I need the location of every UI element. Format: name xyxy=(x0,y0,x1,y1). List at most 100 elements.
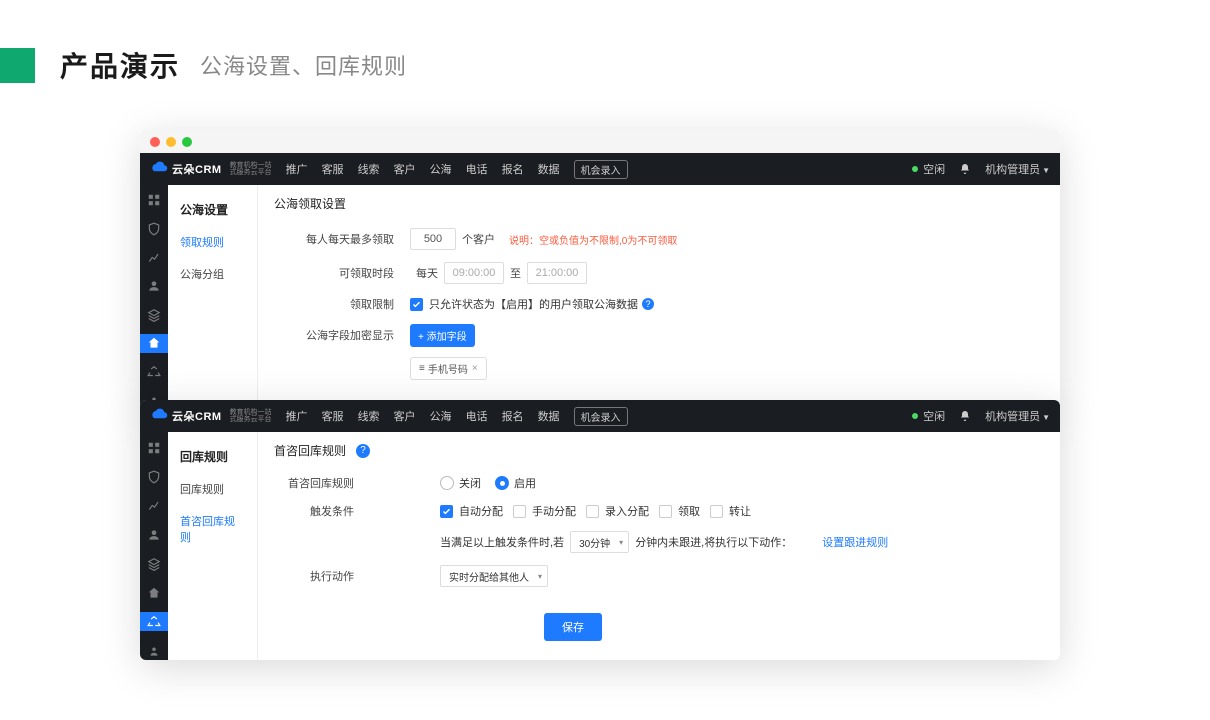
close-icon[interactable] xyxy=(150,137,160,147)
page-subtitle: 公海设置、回库规则 xyxy=(200,49,407,81)
daily-limit-input[interactable] xyxy=(410,228,456,250)
nav-customers[interactable]: 客户 xyxy=(394,161,416,177)
set-followup-link[interactable]: 设置跟进规则 xyxy=(822,534,888,550)
maximize-icon[interactable] xyxy=(182,137,192,147)
help-icon[interactable]: ? xyxy=(356,444,370,458)
add-field-button[interactable]: + 添加字段 xyxy=(410,324,475,347)
status-dot-icon xyxy=(912,413,918,419)
page-title: 产品演示 xyxy=(60,45,180,85)
save-button[interactable]: 保存 xyxy=(544,613,602,641)
home-icon[interactable] xyxy=(147,336,161,350)
daily-limit-note: 说明：空或负值为不限制,0为不可领取 xyxy=(509,232,677,247)
brand-name: 云朵CRM xyxy=(172,161,222,177)
cb-transfer[interactable] xyxy=(710,505,723,518)
sidemenu-title: 回库规则 xyxy=(168,440,257,473)
status-indicator: 空闲 xyxy=(912,161,945,177)
status-indicator: 空闲 xyxy=(912,408,945,424)
shield-icon[interactable] xyxy=(147,470,161,484)
duration-select[interactable]: 30分钟 xyxy=(570,531,629,553)
brand-logo-icon xyxy=(150,407,168,425)
top-nav: 推广 客服 线索 客户 公海 电话 报名 数据 机会录入 xyxy=(286,160,628,179)
top-nav: 推广 客服 线索 客户 公海 电话 报名 数据 机会录入 xyxy=(286,407,628,426)
sidemenu-title: 公海设置 xyxy=(168,193,257,226)
shield-icon[interactable] xyxy=(147,222,161,236)
nav-public-sea[interactable]: 公海 xyxy=(430,408,452,424)
brand-sub: 教育机构一站式服务云平台 xyxy=(230,162,272,176)
recycle-icon[interactable] xyxy=(147,365,161,379)
sidemenu: 公海设置 领取规则 公海分组 xyxy=(168,185,258,410)
sidemenu-item-groups[interactable]: 公海分组 xyxy=(168,258,257,290)
content-panel: 首咨回库规则 ? 首咨回库规则 关闭 启用 触发条件 自动分配 手动分配 录入分… xyxy=(258,432,1060,660)
row-condition-sentence: 当满足以上触发条件时,若 30分钟 分钟内未跟进,将执行以下动作： 设置跟进规则 xyxy=(274,531,1044,553)
action-select[interactable]: 实时分配给其他人 xyxy=(440,565,548,587)
mac-traffic-lights xyxy=(140,130,1060,153)
nav-promo[interactable]: 推广 xyxy=(286,408,308,424)
person-icon[interactable] xyxy=(147,644,161,658)
page-header: 产品演示 公海设置、回库规则 xyxy=(0,0,1210,110)
radio-off[interactable] xyxy=(440,476,454,490)
dashboard-icon[interactable] xyxy=(147,193,161,207)
nav-public-sea[interactable]: 公海 xyxy=(430,161,452,177)
user-icon[interactable] xyxy=(147,279,161,293)
help-icon[interactable]: ? xyxy=(642,298,654,310)
nav-phone[interactable]: 电话 xyxy=(466,408,488,424)
row-time-range: 可领取时段 每天 至 xyxy=(274,262,1044,284)
chart-icon[interactable] xyxy=(147,251,161,265)
content-panel: 公海领取设置 每人每天最多领取 个客户 说明：空或负值为不限制,0为不可领取 可… xyxy=(258,185,1060,410)
drag-icon[interactable]: ≡ xyxy=(419,363,424,374)
time-to-input[interactable] xyxy=(527,262,587,284)
nav-service[interactable]: 客服 xyxy=(322,161,344,177)
nav-promo[interactable]: 推广 xyxy=(286,161,308,177)
layers-icon[interactable] xyxy=(147,308,161,322)
nav-customers[interactable]: 客户 xyxy=(394,408,416,424)
section-title: 首咨回库规则 ? xyxy=(274,442,1044,459)
nav-data[interactable]: 数据 xyxy=(538,161,560,177)
nav-leads[interactable]: 线索 xyxy=(358,161,380,177)
sidemenu: 回库规则 回库规则 首咨回库规则 xyxy=(168,432,258,660)
sidemenu-item-return-rules[interactable]: 回库规则 xyxy=(168,473,257,505)
row-enable-rule: 首咨回库规则 关闭 启用 xyxy=(274,475,1044,491)
cb-claim[interactable] xyxy=(659,505,672,518)
nav-opportunity-entry[interactable]: 机会录入 xyxy=(574,407,628,426)
iconbar xyxy=(140,185,168,410)
topbar: 云朵CRM 教育机构一站式服务云平台 推广 客服 线索 客户 公海 电话 报名 … xyxy=(140,153,1060,185)
restriction-checkbox[interactable] xyxy=(410,298,423,311)
nav-data[interactable]: 数据 xyxy=(538,408,560,424)
radio-on[interactable] xyxy=(495,476,509,490)
window-public-sea-settings: 云朵CRM 教育机构一站式服务云平台 推广 客服 线索 客户 公海 电话 报名 … xyxy=(140,130,1060,410)
brand-logo-icon xyxy=(150,160,168,178)
nav-phone[interactable]: 电话 xyxy=(466,161,488,177)
user-menu[interactable]: 机构管理员▼ xyxy=(985,408,1050,424)
time-from-input[interactable] xyxy=(444,262,504,284)
chart-icon[interactable] xyxy=(147,499,161,513)
cb-manual-assign[interactable] xyxy=(513,505,526,518)
bell-icon[interactable] xyxy=(959,163,971,175)
user-icon[interactable] xyxy=(147,528,161,542)
window-return-rules: 云朵CRM 教育机构一站式服务云平台 推广 客服 线索 客户 公海 电话 报名 … xyxy=(140,400,1060,660)
cb-auto-assign[interactable] xyxy=(440,505,453,518)
home-icon[interactable] xyxy=(147,586,161,600)
section-title: 公海领取设置 xyxy=(274,195,1044,212)
bell-icon[interactable] xyxy=(959,410,971,422)
layers-icon[interactable] xyxy=(147,557,161,571)
nav-signup[interactable]: 报名 xyxy=(502,161,524,177)
nav-signup[interactable]: 报名 xyxy=(502,408,524,424)
topbar: 云朵CRM 教育机构一站式服务云平台 推广 客服 线索 客户 公海 电话 报名 … xyxy=(140,400,1060,432)
nav-opportunity-entry[interactable]: 机会录入 xyxy=(574,160,628,179)
accent-block xyxy=(0,48,35,83)
recycle-icon[interactable] xyxy=(147,615,161,629)
nav-leads[interactable]: 线索 xyxy=(358,408,380,424)
cb-entry-assign[interactable] xyxy=(586,505,599,518)
dashboard-icon[interactable] xyxy=(147,441,161,455)
row-daily-limit: 每人每天最多领取 个客户 说明：空或负值为不限制,0为不可领取 xyxy=(274,228,1044,250)
encrypted-field-tag: ≡ 手机号码 × xyxy=(410,357,487,380)
sidemenu-item-first-consult[interactable]: 首咨回库规则 xyxy=(168,505,257,553)
status-dot-icon xyxy=(912,166,918,172)
nav-service[interactable]: 客服 xyxy=(322,408,344,424)
sidemenu-item-claim-rules[interactable]: 领取规则 xyxy=(168,226,257,258)
row-encrypted-fields: 公海字段加密显示 + 添加字段 ≡ 手机号码 × xyxy=(274,324,1044,380)
minimize-icon[interactable] xyxy=(166,137,176,147)
remove-tag-icon[interactable]: × xyxy=(472,363,478,374)
brand: 云朵CRM 教育机构一站式服务云平台 xyxy=(150,160,272,178)
user-menu[interactable]: 机构管理员▼ xyxy=(985,161,1050,177)
